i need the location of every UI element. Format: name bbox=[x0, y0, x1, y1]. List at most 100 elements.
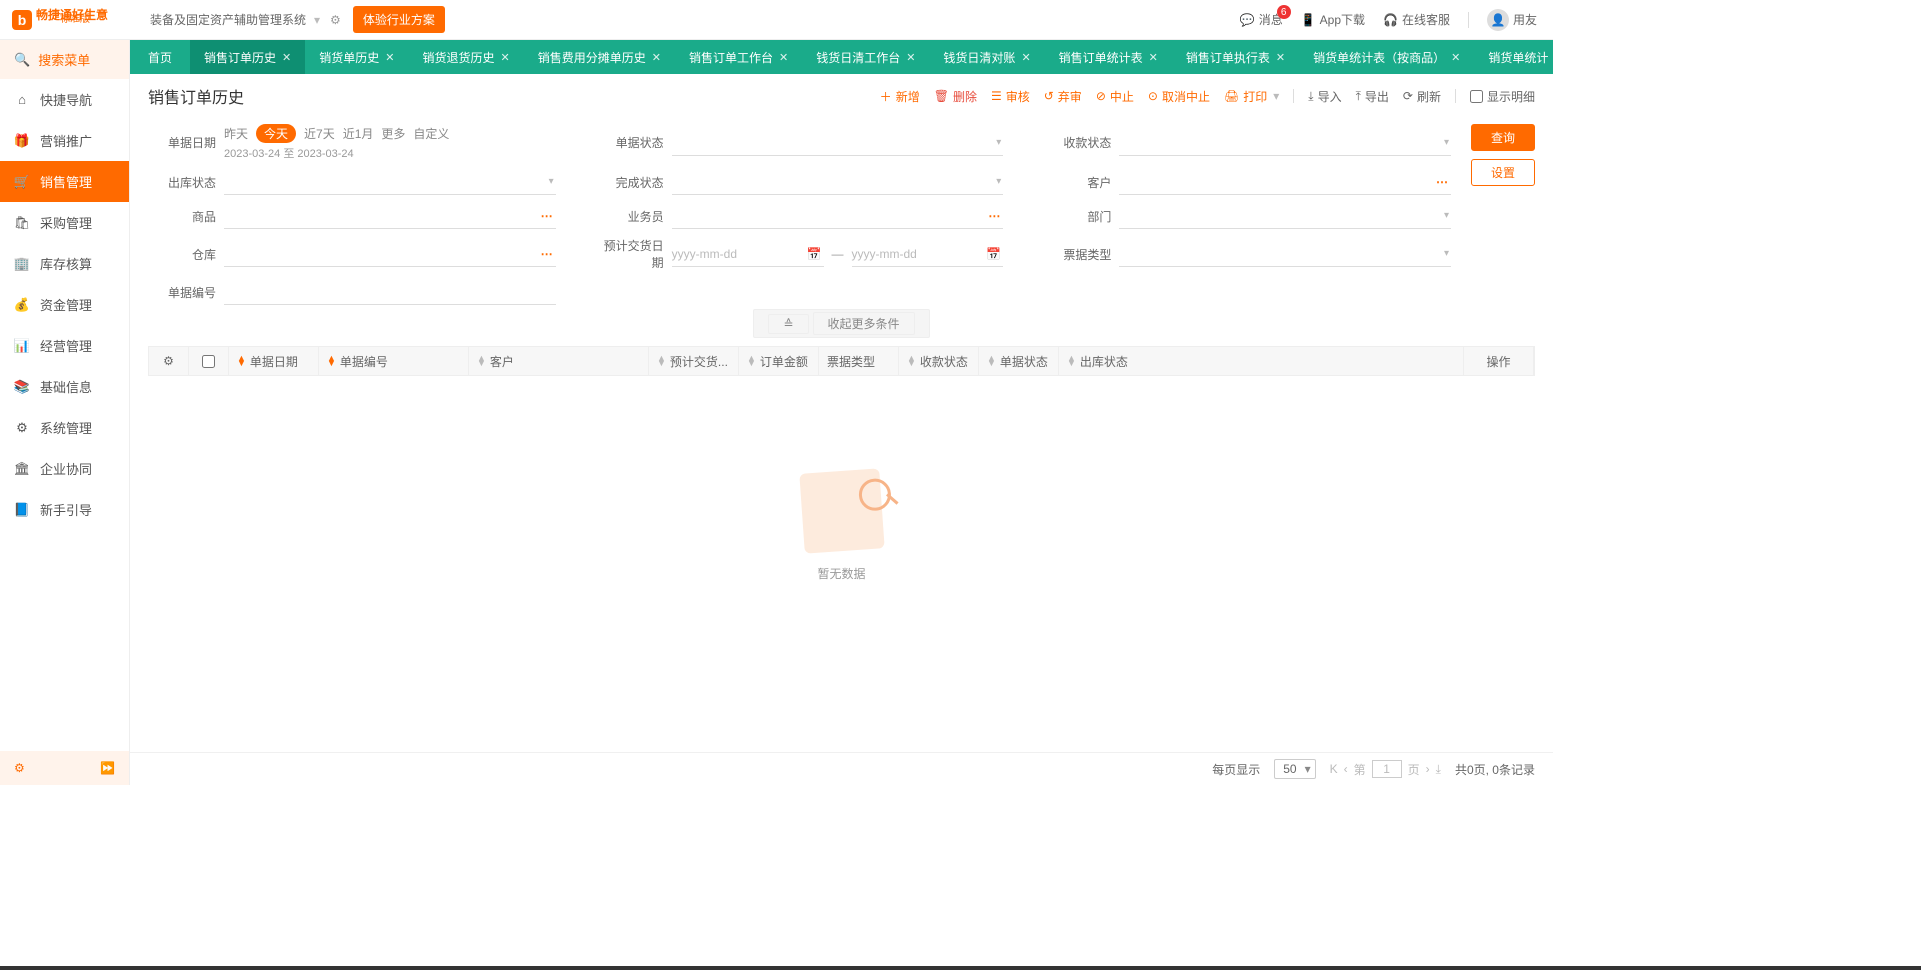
page-input[interactable]: 1 bbox=[1372, 760, 1402, 778]
outstatus-select[interactable]: ▾ bbox=[224, 169, 556, 195]
import-button[interactable]: ⤓导入 bbox=[1308, 88, 1341, 105]
tab[interactable]: 销货单统计✕ bbox=[1474, 40, 1553, 74]
date-chip[interactable]: 更多 bbox=[381, 125, 405, 142]
delete-button[interactable]: 🗑删除 bbox=[934, 88, 977, 105]
tickettype-select[interactable]: ▾ bbox=[1119, 241, 1451, 267]
close-icon[interactable]: ✕ bbox=[501, 51, 510, 64]
page-prev[interactable]: ‹ bbox=[1344, 762, 1348, 776]
add-button[interactable]: ＋新增 bbox=[880, 88, 920, 105]
system-selector[interactable]: 装备及固定资产辅助管理系统 ▾ bbox=[150, 11, 320, 28]
close-icon[interactable]: ✕ bbox=[779, 51, 788, 64]
sidebar-item[interactable]: 🏛企业协同 bbox=[0, 448, 129, 489]
tab[interactable]: 销售订单历史✕ bbox=[190, 40, 305, 74]
sidebar-item[interactable]: 📘新手引导 bbox=[0, 489, 129, 530]
date-chip[interactable]: 近1月 bbox=[343, 125, 374, 142]
user-menu[interactable]: 👤 用友 bbox=[1487, 9, 1537, 31]
sort-icon[interactable]: ▲▼ bbox=[747, 356, 756, 366]
cart-icon: 🛒 bbox=[14, 174, 30, 190]
ent-icon: 🏛 bbox=[14, 461, 30, 477]
export-button[interactable]: ⤒导出 bbox=[1356, 88, 1389, 105]
status-select[interactable]: ▾ bbox=[672, 130, 1004, 156]
search-icon: 🔍 bbox=[14, 52, 30, 68]
sort-icon[interactable]: ▲▼ bbox=[1067, 356, 1076, 366]
avatar-icon: 👤 bbox=[1487, 9, 1509, 31]
page-next[interactable]: › bbox=[1426, 762, 1430, 776]
sidebar-item[interactable]: 📚基础信息 bbox=[0, 366, 129, 407]
experience-button[interactable]: 体验行业方案 bbox=[353, 6, 445, 33]
messages-button[interactable]: 💬 消息 6 bbox=[1240, 11, 1283, 28]
sort-icon[interactable]: ▲▼ bbox=[657, 356, 666, 366]
gear-icon[interactable]: ⚙ bbox=[163, 354, 174, 368]
tab[interactable]: 首页 bbox=[130, 40, 190, 74]
stop-button[interactable]: ⊘中止 bbox=[1096, 88, 1134, 105]
sort-icon[interactable]: ▲▼ bbox=[987, 356, 996, 366]
page-last[interactable]: ⤓ bbox=[1436, 762, 1441, 777]
salesman-picker[interactable]: ⋯ bbox=[672, 203, 1004, 229]
tab[interactable]: 销货单统计表（按商品）✕ bbox=[1299, 40, 1474, 74]
close-icon[interactable]: ✕ bbox=[282, 51, 291, 64]
close-icon[interactable]: ✕ bbox=[1451, 51, 1460, 64]
date-chip[interactable]: 近7天 bbox=[304, 125, 335, 142]
close-icon[interactable]: ✕ bbox=[385, 51, 394, 64]
select-all-checkbox[interactable] bbox=[202, 355, 215, 368]
show-detail-checkbox[interactable]: 显示明细 bbox=[1470, 88, 1535, 105]
sidebar-item[interactable]: ⌂快捷导航 bbox=[0, 79, 129, 120]
sort-icon[interactable]: ▲▼ bbox=[907, 356, 916, 366]
phone-icon: 📱 bbox=[1301, 13, 1316, 27]
collapse-button[interactable]: ≙收起更多条件 bbox=[753, 309, 929, 338]
tab[interactable]: 销售订单工作台✕ bbox=[675, 40, 802, 74]
plus-icon: ＋ bbox=[880, 88, 892, 105]
sidebar-item[interactable]: 📊经营管理 bbox=[0, 325, 129, 366]
deliver-from-input[interactable]: yyyy-mm-dd📅 bbox=[672, 241, 824, 267]
more-icon: ⋯ bbox=[541, 247, 554, 261]
sort-icon[interactable]: ▲▼ bbox=[477, 356, 486, 366]
sidebar-item[interactable]: 🛒销售管理 bbox=[0, 161, 129, 202]
date-chip[interactable]: 今天 bbox=[256, 124, 296, 143]
print-button[interactable]: 🖨打印▾ bbox=[1224, 88, 1279, 105]
settings-button[interactable]: 设置 bbox=[1471, 159, 1535, 186]
close-icon[interactable]: ✕ bbox=[652, 51, 661, 64]
service-button[interactable]: 🎧 在线客服 bbox=[1383, 11, 1450, 28]
unstop-button[interactable]: ⊙取消中止 bbox=[1148, 88, 1210, 105]
gear-icon[interactable]: ⚙ bbox=[330, 13, 341, 27]
close-icon[interactable]: ✕ bbox=[1149, 51, 1158, 64]
tab[interactable]: 钱货日清对账✕ bbox=[929, 40, 1044, 74]
query-button[interactable]: 查询 bbox=[1471, 124, 1535, 151]
date-chip[interactable]: 昨天 bbox=[224, 125, 248, 142]
sidebar-item[interactable]: 🏢库存核算 bbox=[0, 243, 129, 284]
sidebar-item[interactable]: 🎁营销推广 bbox=[0, 120, 129, 161]
donestatus-select[interactable]: ▾ bbox=[672, 169, 1004, 195]
close-icon[interactable]: ✕ bbox=[1021, 51, 1030, 64]
sidebar-item[interactable]: 💰资金管理 bbox=[0, 284, 129, 325]
sort-icon[interactable]: ▲▼ bbox=[237, 356, 246, 366]
tab[interactable]: 销货单历史✕ bbox=[305, 40, 408, 74]
tab[interactable]: 销售订单统计表✕ bbox=[1045, 40, 1172, 74]
gear-icon[interactable]: ⚙ bbox=[14, 761, 25, 775]
sort-icon[interactable]: ▲▼ bbox=[327, 356, 336, 366]
billno-input[interactable] bbox=[224, 279, 556, 305]
customer-picker[interactable]: ⋯ bbox=[1119, 169, 1451, 195]
app-download-button[interactable]: 📱 App下载 bbox=[1301, 11, 1365, 28]
discard-button[interactable]: ↺弃审 bbox=[1044, 88, 1082, 105]
close-icon[interactable]: ✕ bbox=[906, 51, 915, 64]
refresh-button[interactable]: ⟳刷新 bbox=[1403, 88, 1441, 105]
tab[interactable]: 销货退货历史✕ bbox=[408, 40, 523, 74]
gift-icon: 🎁 bbox=[14, 133, 30, 149]
collapse-sidebar-icon[interactable]: ⏩ bbox=[100, 761, 115, 775]
dept-select[interactable]: ▾ bbox=[1119, 203, 1451, 229]
search-menu[interactable]: 🔍 搜索菜单 bbox=[0, 40, 129, 79]
sidebar-item[interactable]: ⚙系统管理 bbox=[0, 407, 129, 448]
warehouse-picker[interactable]: ⋯ bbox=[224, 241, 556, 267]
tab[interactable]: 销售费用分摊单历史✕ bbox=[524, 40, 675, 74]
goods-picker[interactable]: ⋯ bbox=[224, 203, 556, 229]
audit-button[interactable]: ☰审核 bbox=[991, 88, 1030, 105]
date-chip[interactable]: 自定义 bbox=[413, 125, 449, 142]
close-icon[interactable]: ✕ bbox=[1276, 51, 1285, 64]
page-first[interactable]: K bbox=[1330, 762, 1338, 776]
tab[interactable]: 销售订单执行表✕ bbox=[1172, 40, 1299, 74]
paystatus-select[interactable]: ▾ bbox=[1119, 130, 1451, 156]
deliver-to-input[interactable]: yyyy-mm-dd📅 bbox=[852, 241, 1004, 267]
page-size-select[interactable]: 50 bbox=[1274, 759, 1315, 779]
tab[interactable]: 钱货日清工作台✕ bbox=[802, 40, 929, 74]
sidebar-item[interactable]: 🛍采购管理 bbox=[0, 202, 129, 243]
